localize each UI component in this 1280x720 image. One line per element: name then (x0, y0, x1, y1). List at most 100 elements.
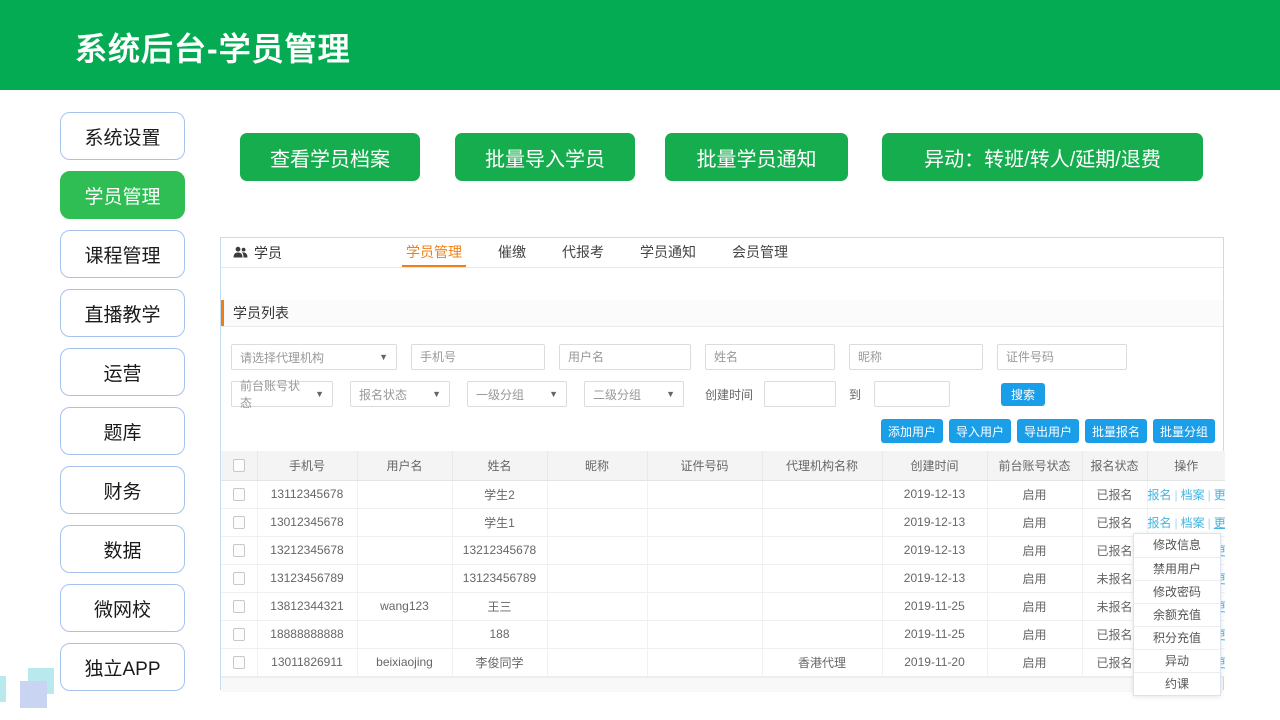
cell-created: 2019-11-20 (882, 648, 987, 676)
menu-item-book-lesson[interactable]: 约课 (1134, 672, 1220, 695)
cell-agency (762, 592, 882, 620)
chevron-down-icon: ▼ (549, 389, 558, 399)
column-header: 操作 (1147, 451, 1225, 480)
username-input[interactable] (559, 344, 691, 370)
menu-item-change-password[interactable]: 修改密码 (1134, 580, 1220, 603)
page-header: 系统后台-学员管理 (0, 0, 1280, 90)
row-checkbox[interactable] (233, 572, 245, 585)
sidebar-item-operations[interactable]: 运营 (60, 348, 185, 396)
created-time-label: 创建时间 (705, 386, 753, 403)
sidebar-item-standalone-app[interactable]: 独立APP (60, 643, 185, 691)
cell-account-status: 启用 (987, 564, 1082, 592)
row-checkbox[interactable] (233, 516, 245, 529)
account-status-select[interactable]: 前台账号状态▼ (231, 381, 333, 407)
batch-group-button[interactable]: 批量分组 (1153, 419, 1215, 443)
signup-status-select-value: 报名状态 (359, 386, 407, 403)
select-all-checkbox[interactable] (233, 459, 245, 472)
menu-item-edit-info[interactable]: 修改信息 (1134, 534, 1220, 557)
sidebar-item-student-management[interactable]: 学员管理 (60, 171, 185, 219)
module-label-text: 学员 (254, 243, 282, 263)
more-link[interactable]: 更多 (1214, 488, 1225, 502)
row-checkbox[interactable] (233, 656, 245, 669)
cell-agency (762, 564, 882, 592)
group-level2-select[interactable]: 二级分组▼ (584, 381, 684, 407)
column-header: 证件号码 (647, 451, 762, 480)
row-checkbox[interactable] (233, 544, 245, 557)
tab-payment-reminder[interactable]: 催缴 (494, 238, 530, 267)
agency-select-value: 请选择代理机构 (240, 349, 324, 366)
tab-student-notice[interactable]: 学员通知 (636, 238, 700, 267)
cell-created: 2019-12-13 (882, 480, 987, 508)
menu-item-disable-user[interactable]: 禁用用户 (1134, 557, 1220, 580)
created-to-input[interactable] (874, 381, 950, 407)
students-icon (233, 246, 248, 259)
sidebar-item-course-management[interactable]: 课程管理 (60, 230, 185, 278)
sidebar-item-data[interactable]: 数据 (60, 525, 185, 573)
file-link[interactable]: 档案 (1181, 488, 1205, 502)
export-user-button[interactable]: 导出用户 (1017, 419, 1079, 443)
group-level1-select[interactable]: 一级分组▼ (467, 381, 567, 407)
tab-student-management[interactable]: 学员管理 (402, 238, 466, 267)
cell-username (357, 480, 452, 508)
batch-signup-button[interactable]: 批量报名 (1085, 419, 1147, 443)
cell-agency (762, 508, 882, 536)
batch-student-notice-button[interactable]: 批量学员通知 (665, 133, 848, 181)
created-from-input[interactable] (764, 381, 836, 407)
cell-account-status: 启用 (987, 592, 1082, 620)
decoration-lavender-square (20, 681, 47, 708)
signup-link[interactable]: 报名 (1148, 516, 1172, 530)
table-row: 13812344321wang123王三2019-11-25启用未报名报名|档案… (221, 592, 1225, 620)
signup-status-select[interactable]: 报名状态▼ (350, 381, 450, 407)
more-link[interactable]: 更多 (1214, 516, 1225, 530)
cell-id-number (647, 536, 762, 564)
view-student-files-button[interactable]: 查看学员档案 (240, 133, 420, 181)
filter-row-1: 请选择代理机构▼ (231, 344, 1213, 370)
cell-agency (762, 536, 882, 564)
phone-input[interactable] (411, 344, 545, 370)
cell-created: 2019-12-13 (882, 564, 987, 592)
cell-nickname (547, 592, 647, 620)
sidebar-item-micro-school[interactable]: 微网校 (60, 584, 185, 632)
menu-item-change[interactable]: 异动 (1134, 649, 1220, 672)
cell-account-status: 启用 (987, 620, 1082, 648)
cell-nickname (547, 620, 647, 648)
table-row: 13123456789131234567892019-12-13启用未报名报名|… (221, 564, 1225, 592)
cell-phone: 13212345678 (257, 536, 357, 564)
name-input[interactable] (705, 344, 835, 370)
import-user-button[interactable]: 导入用户 (949, 419, 1011, 443)
menu-item-points-recharge[interactable]: 积分充值 (1134, 626, 1220, 649)
sidebar-item-question-bank[interactable]: 题库 (60, 407, 185, 455)
menu-item-balance-recharge[interactable]: 余额充值 (1134, 603, 1220, 626)
column-header: 用户名 (357, 451, 452, 480)
cell-actions: 报名|档案|更多 (1147, 480, 1225, 508)
column-header: 手机号 (257, 451, 357, 480)
add-user-button[interactable]: 添加用户 (881, 419, 943, 443)
id-number-input[interactable] (997, 344, 1127, 370)
tab-member-management[interactable]: 会员管理 (728, 238, 792, 267)
sidebar-item-live-teaching[interactable]: 直播教学 (60, 289, 185, 337)
file-link[interactable]: 档案 (1181, 516, 1205, 530)
column-header: 报名状态 (1082, 451, 1147, 480)
cell-id-number (647, 620, 762, 648)
tab-proxy-exam[interactable]: 代报考 (558, 238, 608, 267)
sidebar-item-system-settings[interactable]: 系统设置 (60, 112, 185, 160)
row-select-cell (221, 480, 257, 508)
cell-signup-status: 已报名 (1082, 508, 1147, 536)
search-button[interactable]: 搜索 (1001, 383, 1045, 406)
batch-import-students-button[interactable]: 批量导入学员 (455, 133, 635, 181)
change-transfer-button[interactable]: 异动：转班/转人/延期/退费 (882, 133, 1203, 181)
cell-id-number (647, 592, 762, 620)
agency-select[interactable]: 请选择代理机构▼ (231, 344, 397, 370)
sidebar-item-finance[interactable]: 财务 (60, 466, 185, 514)
row-checkbox[interactable] (233, 600, 245, 613)
cell-created: 2019-12-13 (882, 508, 987, 536)
table-footer-strip (221, 677, 1223, 692)
cell-agency (762, 620, 882, 648)
row-checkbox[interactable] (233, 628, 245, 641)
group-level2-select-value: 二级分组 (593, 386, 641, 403)
nickname-input[interactable] (849, 344, 983, 370)
signup-link[interactable]: 报名 (1148, 488, 1172, 502)
row-checkbox[interactable] (233, 488, 245, 501)
module-label: 学员 (233, 243, 282, 263)
cell-id-number (647, 508, 762, 536)
